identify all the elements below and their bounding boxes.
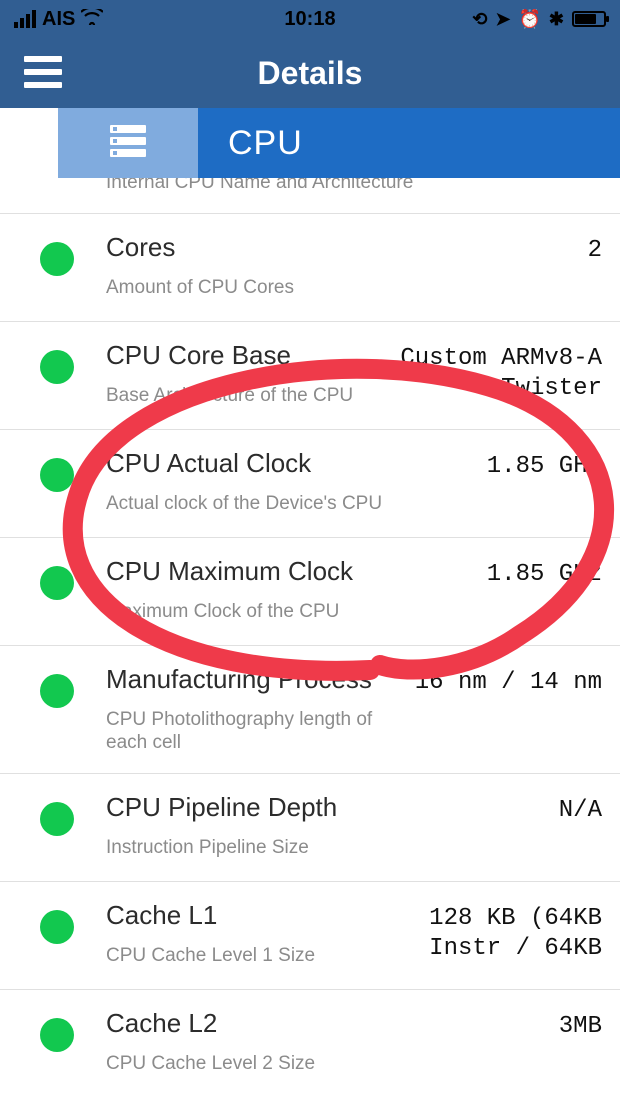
- row-subtitle: CPU Cache Level 1 Size: [106, 945, 370, 968]
- status-dot-icon: [40, 674, 74, 708]
- row-value: 2: [452, 232, 602, 266]
- list-item[interactable]: Cache L2 CPU Cache Level 2 Size 3MB: [0, 990, 620, 1098]
- row-value: 1.85 GHz: [452, 448, 602, 482]
- row-value: 16 nm / 14 nm: [415, 664, 602, 698]
- menu-button[interactable]: [24, 56, 62, 88]
- row-title: CPU Maximum Clock: [106, 556, 440, 587]
- row-value: N/A: [452, 792, 602, 826]
- tab-cpu[interactable]: CPU: [198, 108, 620, 178]
- row-subtitle: Base Architecture of the CPU: [106, 385, 370, 408]
- list-item[interactable]: Manufacturing Process CPU Photolithograp…: [0, 646, 620, 774]
- nav-header: Details: [0, 38, 620, 108]
- row-value: Custom ARMv8-A Twister: [382, 340, 602, 404]
- status-dot-icon: [40, 566, 74, 600]
- row-title: Cache L2: [106, 1008, 440, 1039]
- row-title: CPU Pipeline Depth: [106, 792, 440, 823]
- list-item[interactable]: CPU Pipeline Depth Instruction Pipeline …: [0, 774, 620, 882]
- list-item[interactable]: CPU Actual Clock Actual clock of the Dev…: [0, 430, 620, 538]
- list-item[interactable]: Internal CPU Name and Architecture: [0, 178, 620, 214]
- list-item[interactable]: Cores Amount of CPU Cores 2: [0, 214, 620, 322]
- row-title: CPU Core Base: [106, 340, 370, 371]
- details-list[interactable]: Internal CPU Name and Architecture Cores…: [0, 178, 620, 1103]
- row-subtitle: Instruction Pipeline Size: [106, 837, 440, 860]
- tab-gutter: [0, 108, 58, 178]
- status-dot-icon: [40, 802, 74, 836]
- row-value: 128 KB (64KB Instr / 64KB: [382, 900, 602, 964]
- row-value: 1.85 GHz: [452, 556, 602, 590]
- battery-icon: [572, 11, 606, 27]
- row-subtitle: Internal CPU Name and Architecture: [106, 178, 440, 195]
- row-subtitle: Amount of CPU Cores: [106, 277, 440, 300]
- tab-cpu-icon-button[interactable]: [58, 108, 198, 178]
- row-title: Manufacturing Process: [106, 664, 403, 695]
- row-subtitle: Actual clock of the Device's CPU: [106, 493, 440, 516]
- status-dot-icon: [40, 458, 74, 492]
- row-title: CPU Actual Clock: [106, 448, 440, 479]
- row-subtitle: Maximum Clock of the CPU: [106, 601, 440, 624]
- row-title: Cache L1: [106, 900, 370, 931]
- row-value: 3MB: [452, 1008, 602, 1042]
- tab-label-text: CPU: [228, 124, 303, 163]
- tab-bar: CPU: [0, 108, 620, 178]
- row-title: Cores: [106, 232, 440, 263]
- row-subtitle: CPU Photolithography length of each cell: [106, 709, 403, 755]
- status-dot-icon: [40, 910, 74, 944]
- row-subtitle: CPU Cache Level 2 Size: [106, 1053, 440, 1076]
- list-item[interactable]: CPU Maximum Clock Maximum Clock of the C…: [0, 538, 620, 646]
- status-dot-icon: [40, 1018, 74, 1052]
- status-time: 10:18: [0, 8, 620, 31]
- list-item[interactable]: CPU Core Base Base Architecture of the C…: [0, 322, 620, 430]
- page-title: Details: [258, 55, 363, 92]
- status-dot-icon: [40, 350, 74, 384]
- server-icon: [108, 123, 148, 164]
- status-bar: AIS 10:18 ⟲ ➤ ⏰ ✱: [0, 0, 620, 38]
- status-dot-icon: [40, 242, 74, 276]
- list-item[interactable]: Cache L1 CPU Cache Level 1 Size 128 KB (…: [0, 882, 620, 990]
